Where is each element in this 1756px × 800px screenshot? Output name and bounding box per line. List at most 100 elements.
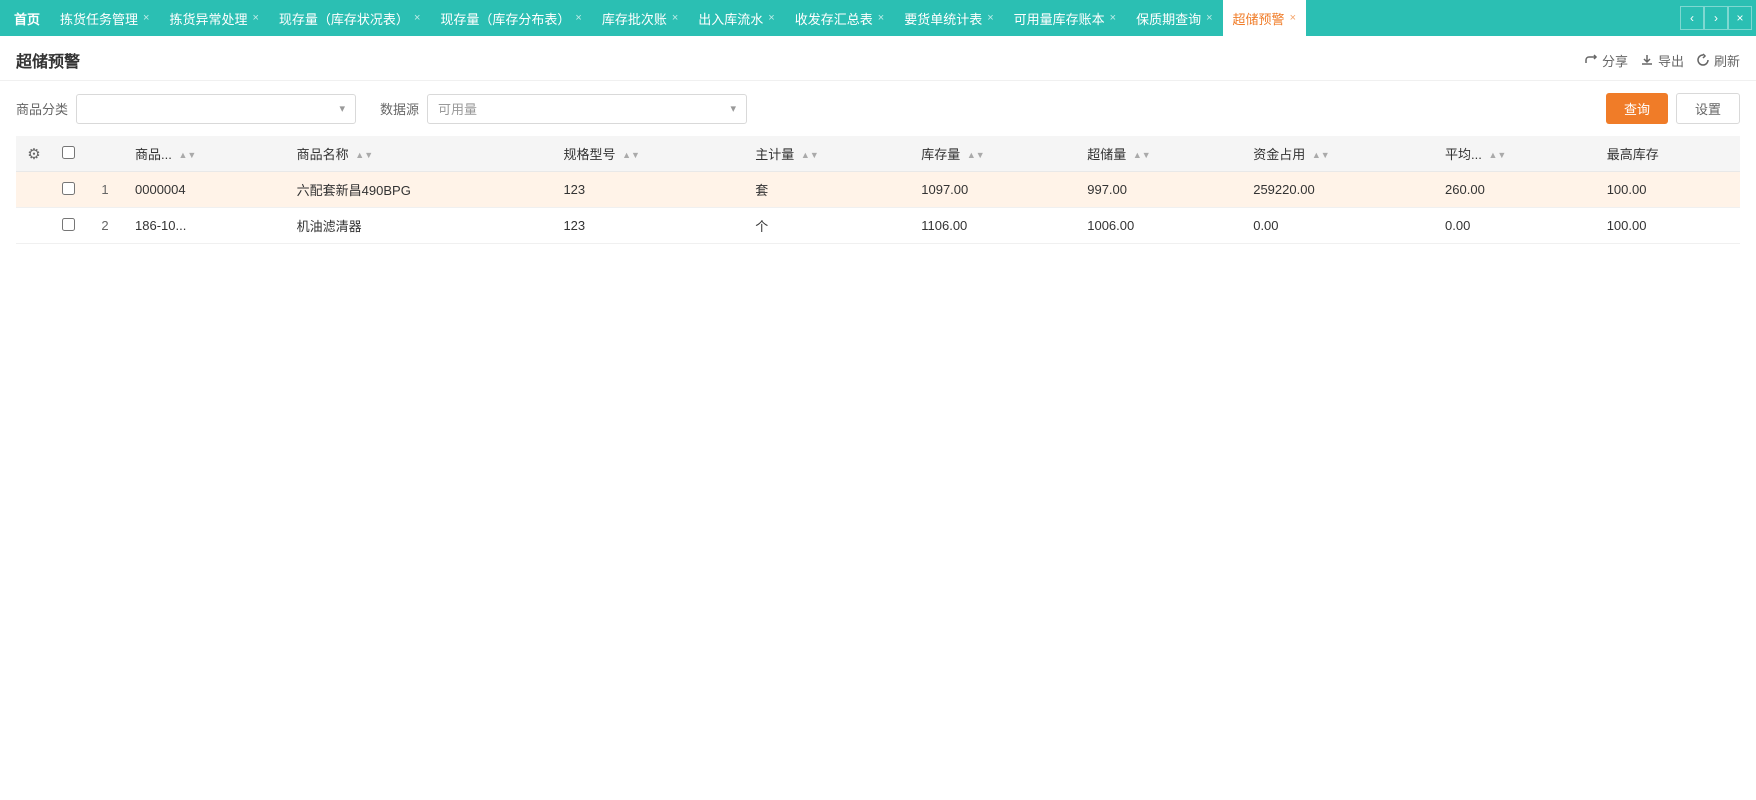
page-header: 超储预警 分享 导出 刷新 [0, 36, 1756, 81]
nav-label: 要货单统计表 [904, 9, 982, 28]
row-stock: 1106.00 [911, 208, 1077, 244]
col-settings: ⚙ [16, 136, 52, 172]
close-icon[interactable]: × [252, 12, 258, 24]
col-product-code[interactable]: 商品... ▲▼ [125, 136, 287, 172]
col-unit[interactable]: 主计量 ▲▼ [745, 136, 911, 172]
page-title: 超储预警 [16, 48, 80, 72]
settings-button[interactable]: 设置 [1676, 93, 1740, 124]
close-icon[interactable]: × [1110, 12, 1116, 24]
product-category-label: 商品分类 [16, 99, 68, 118]
table-row[interactable]: 1 0000004 六配套新昌490BPG 123 套 1097.00 997.… [16, 172, 1740, 208]
nav-item-inout-flow[interactable]: 出入库流水 × [688, 0, 784, 36]
row-settings-cell [16, 172, 52, 208]
close-icon[interactable]: × [1206, 12, 1212, 24]
row-capital: 0.00 [1243, 208, 1435, 244]
top-navigation: 首页 拣货任务管理 × 拣货异常处理 × 现存量（库存状况表） × 现存量（库存… [0, 0, 1756, 36]
nav-item-stock-status[interactable]: 现存量（库存状况表） × [269, 0, 430, 36]
row-product-code: 0000004 [125, 172, 287, 208]
row-num-cell: 1 [85, 172, 125, 208]
nav-label: 超储预警 [1233, 9, 1285, 28]
col-stock[interactable]: 库存量 ▲▼ [911, 136, 1077, 172]
data-source-select[interactable]: 可用量 ▾ [427, 94, 747, 124]
row-spec: 123 [553, 208, 745, 244]
row-checkbox[interactable] [62, 218, 75, 231]
nav-home-label: 首页 [14, 9, 40, 28]
nav-label: 收发存汇总表 [795, 9, 873, 28]
nav-item-stock-dist[interactable]: 现存量（库存分布表） × [430, 0, 591, 36]
nav-item-quality[interactable]: 保质期查询 × [1126, 0, 1222, 36]
product-category-select[interactable]: ▾ [76, 94, 356, 124]
row-checkbox-cell[interactable] [52, 208, 85, 244]
share-icon [1584, 53, 1598, 67]
close-icon[interactable]: × [987, 12, 993, 24]
product-category-filter: 商品分类 ▾ [16, 94, 356, 124]
col-avg[interactable]: 平均... ▲▼ [1435, 136, 1597, 172]
header-actions: 分享 导出 刷新 [1584, 51, 1740, 70]
row-overstock: 997.00 [1077, 172, 1243, 208]
col-product-name[interactable]: 商品名称 ▲▼ [287, 136, 554, 172]
main-content: 超储预警 分享 导出 刷新 [0, 36, 1756, 800]
col-spec[interactable]: 规格型号 ▲▼ [553, 136, 745, 172]
refresh-button[interactable]: 刷新 [1696, 51, 1740, 70]
nav-item-task-mgmt[interactable]: 拣货任务管理 × [50, 0, 159, 36]
nav-arrows: ‹ › × [1680, 6, 1752, 30]
column-settings-button[interactable]: ⚙ [27, 145, 40, 163]
sort-icon: ▲▼ [355, 151, 373, 160]
nav-label: 现存量（库存分布表） [440, 9, 570, 28]
sort-icon: ▲▼ [1133, 151, 1151, 160]
close-icon[interactable]: × [878, 12, 884, 24]
sort-icon: ▲▼ [1312, 151, 1330, 160]
filter-action-buttons: 查询 设置 [1606, 93, 1740, 124]
row-checkbox-cell[interactable] [52, 172, 85, 208]
col-capital[interactable]: 资金占用 ▲▼ [1243, 136, 1435, 172]
nav-item-abnormal[interactable]: 拣货异常处理 × [159, 0, 268, 36]
row-max-stock: 100.00 [1597, 208, 1740, 244]
close-icon[interactable]: × [414, 12, 420, 24]
nav-arrow-left[interactable]: ‹ [1680, 6, 1704, 30]
row-product-name: 六配套新昌490BPG [287, 172, 554, 208]
data-source-label: 数据源 [380, 99, 419, 118]
row-capital: 259220.00 [1243, 172, 1435, 208]
row-overstock: 1006.00 [1077, 208, 1243, 244]
row-checkbox[interactable] [62, 182, 75, 195]
nav-arrow-right[interactable]: › [1704, 6, 1728, 30]
nav-item-overstock[interactable]: 超储预警 × [1223, 0, 1306, 36]
sort-icon: ▲▼ [1489, 151, 1507, 160]
row-spec: 123 [553, 172, 745, 208]
col-max-stock[interactable]: 最高库存 [1597, 136, 1740, 172]
table-row[interactable]: 2 186-10... 机油滤清器 123 个 1106.00 1006.00 … [16, 208, 1740, 244]
refresh-icon [1696, 53, 1710, 67]
nav-arrow-more[interactable]: × [1728, 6, 1752, 30]
row-settings-cell [16, 208, 52, 244]
close-icon[interactable]: × [143, 12, 149, 24]
export-button[interactable]: 导出 [1640, 51, 1684, 70]
nav-label: 库存批次账 [602, 9, 667, 28]
col-overstock[interactable]: 超储量 ▲▼ [1077, 136, 1243, 172]
overstock-table: ⚙ 商品... ▲▼ 商品名称 ▲▼ 规格型号 [16, 136, 1740, 244]
close-icon[interactable]: × [575, 12, 581, 24]
nav-item-batch[interactable]: 库存批次账 × [592, 0, 688, 36]
share-button[interactable]: 分享 [1584, 51, 1628, 70]
close-icon[interactable]: × [768, 12, 774, 24]
data-source-value: 可用量 [438, 99, 477, 118]
close-icon[interactable]: × [672, 12, 678, 24]
nav-item-available[interactable]: 可用量库存账本 × [1004, 0, 1126, 36]
query-button[interactable]: 查询 [1606, 93, 1668, 124]
row-unit: 套 [745, 172, 911, 208]
sort-icon: ▲▼ [801, 151, 819, 160]
table-header-row: ⚙ 商品... ▲▼ 商品名称 ▲▼ 规格型号 [16, 136, 1740, 172]
nav-item-home[interactable]: 首页 [4, 0, 50, 36]
export-icon [1640, 53, 1654, 67]
row-max-stock: 100.00 [1597, 172, 1740, 208]
sort-icon: ▲▼ [967, 151, 985, 160]
table-body: 1 0000004 六配套新昌490BPG 123 套 1097.00 997.… [16, 172, 1740, 244]
nav-label: 保质期查询 [1136, 9, 1201, 28]
chevron-down-icon: ▾ [339, 102, 345, 115]
close-icon[interactable]: × [1290, 12, 1296, 24]
nav-item-order-stat[interactable]: 要货单统计表 × [894, 0, 1003, 36]
row-avg: 0.00 [1435, 208, 1597, 244]
col-row-num [85, 136, 125, 172]
row-product-code: 186-10... [125, 208, 287, 244]
select-all-checkbox[interactable] [62, 146, 75, 159]
nav-item-collect[interactable]: 收发存汇总表 × [785, 0, 894, 36]
